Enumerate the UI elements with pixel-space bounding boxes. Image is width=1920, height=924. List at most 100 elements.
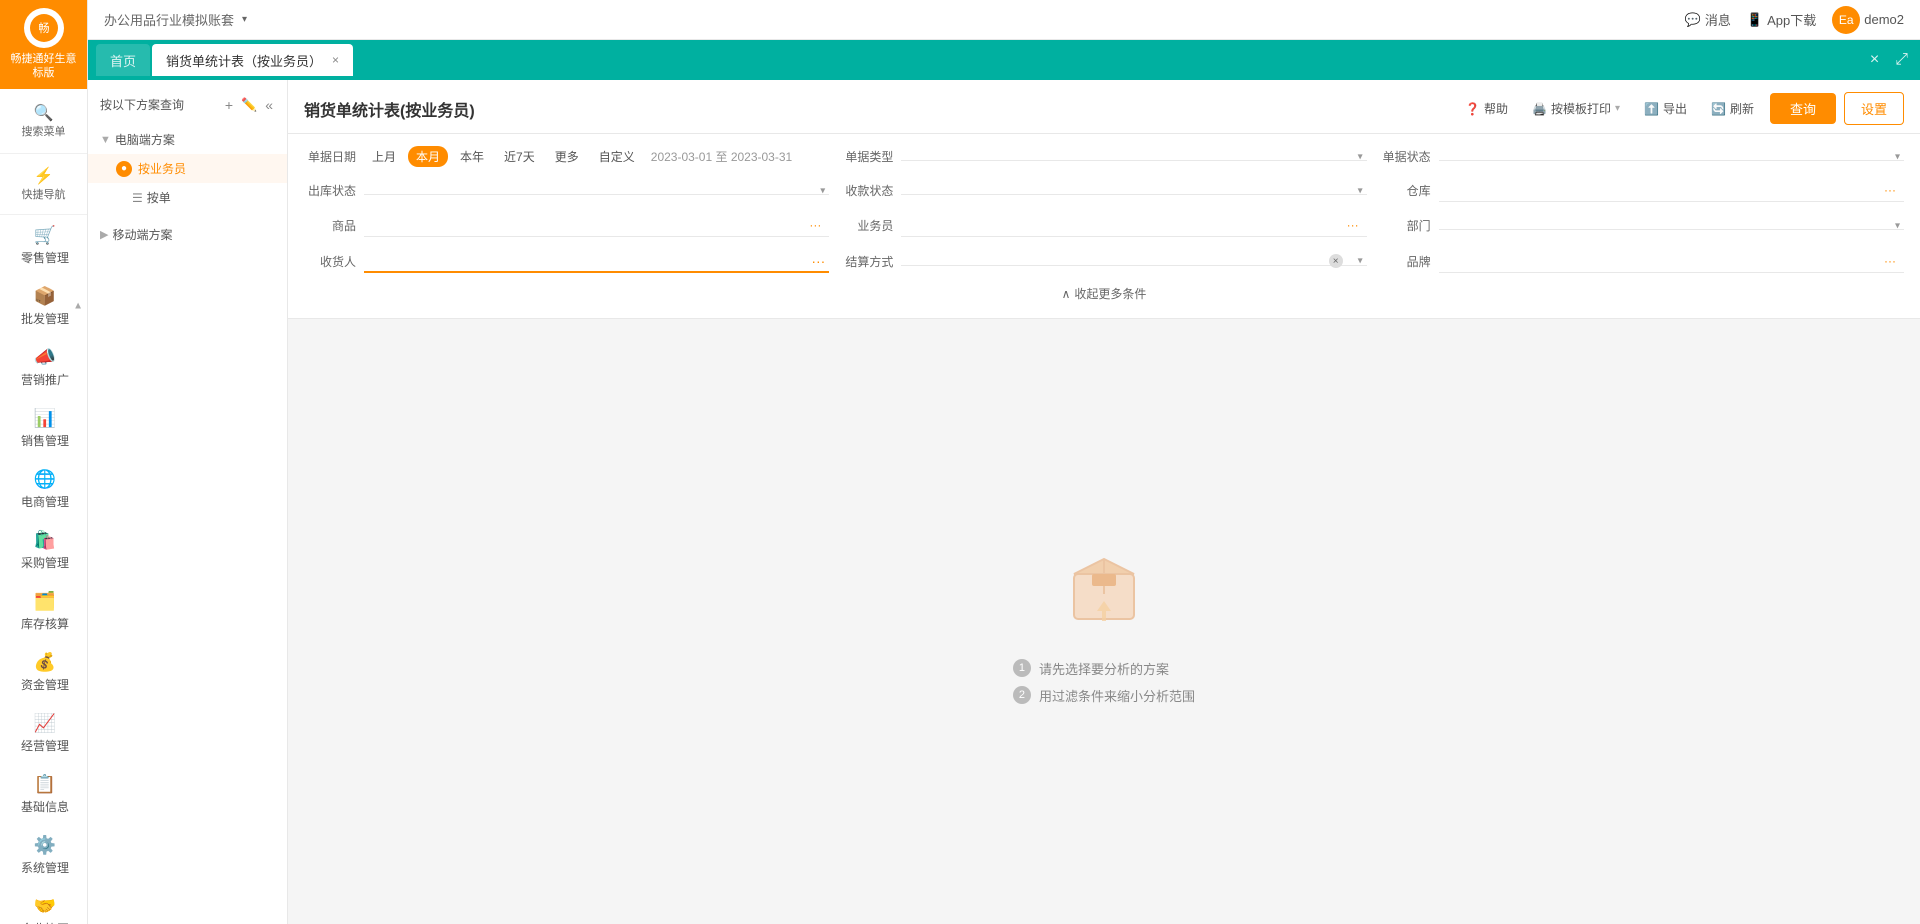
sidebar-item-cooperation[interactable]: 🤝 企业协同 <box>0 886 87 924</box>
consignee-input[interactable] <box>364 249 829 273</box>
sidebar-item-operations[interactable]: 📈 经营管理 <box>0 703 87 764</box>
avatar: Ea <box>1832 6 1860 34</box>
template-print-button[interactable]: 🖨️ 按模板打印 ▾ <box>1524 96 1628 121</box>
tab-close-icon[interactable]: × <box>332 53 339 67</box>
filter-goods: 商品 ··· <box>304 214 829 237</box>
breadcrumb-area: 办公用品行业模拟账套 ▾ <box>104 10 247 29</box>
collapse-panel-button[interactable]: « <box>263 94 275 115</box>
tab-home[interactable]: 首页 <box>96 44 150 76</box>
date-btn-this-year[interactable]: 本年 <box>452 146 492 167</box>
warehouse-select[interactable]: ··· <box>1439 179 1904 202</box>
scheme-item-by-salesperson[interactable]: ● 按业务员 <box>88 154 287 183</box>
help-icon: ❓ <box>1465 102 1480 116</box>
brand-select[interactable]: ··· <box>1439 250 1904 273</box>
edit-scheme-button[interactable]: ✏️ <box>239 94 259 115</box>
cooperation-icon: 🤝 <box>34 896 56 917</box>
collapse-conditions-button[interactable]: ∧ 收起更多条件 <box>1062 285 1147 302</box>
main-area: 办公用品行业模拟账套 ▾ 💬 消息 📱 App下载 Ea demo2 首页 <box>88 0 1920 924</box>
export-button[interactable]: ⬆️ 导出 <box>1636 96 1695 121</box>
sidebar-item-ecommerce[interactable]: 🌐 电商管理 <box>0 459 87 520</box>
payment-status-control: ▾ <box>901 186 1366 195</box>
tab-expand-button[interactable]: ⤢ <box>1891 47 1912 73</box>
settings-button[interactable]: 设置 <box>1844 92 1904 125</box>
sidebar-item-marketing[interactable]: 📣 营销推广 <box>0 337 87 398</box>
breadcrumb-text[interactable]: 办公用品行业模拟账套 <box>104 10 234 29</box>
message-button[interactable]: 💬 消息 <box>1685 10 1731 29</box>
tip-2-text: 用过滤条件来缩小分析范围 <box>1039 686 1195 705</box>
sidebar-item-wholesale[interactable]: 📦 批发管理 ▲ <box>0 276 87 337</box>
export-icon: ⬆️ <box>1644 102 1659 116</box>
filter-area: 单据日期 上月 本月 本年 近7天 更多 自定义 2023-03-01 至 20… <box>288 134 1920 319</box>
filter-ship-status: 出库状态 ▾ <box>304 179 829 202</box>
salesperson-select[interactable]: ··· <box>901 214 1366 237</box>
ecommerce-icon: 🌐 <box>34 469 56 490</box>
warehouse-control: ··· <box>1439 179 1904 202</box>
refresh-button[interactable]: 🔄 刷新 <box>1703 96 1762 121</box>
tab-close-all-button[interactable]: × <box>1866 47 1883 73</box>
date-btn-last-month[interactable]: 上月 <box>364 146 404 167</box>
scheme-group-desktop-header[interactable]: ▼ 电脑端方案 <box>88 125 287 154</box>
filter-date: 单据日期 上月 本月 本年 近7天 更多 自定义 2023-03-01 至 20… <box>304 146 829 167</box>
filter-doc-type: 单据类型 ▾ <box>841 146 1366 167</box>
quick-nav-button[interactable]: ⚡ 快捷导航 <box>0 160 87 208</box>
date-btn-7days[interactable]: 近7天 <box>496 146 543 167</box>
svg-text:畅: 畅 <box>38 21 49 35</box>
search-menu-button[interactable]: 🔍 搜索菜单 <box>6 97 81 145</box>
consignee-dots[interactable]: ··· <box>811 253 825 269</box>
consignee-control: ··· <box>364 249 829 273</box>
logo-area[interactable]: 畅 畅捷通好生意标版 <box>0 0 87 89</box>
payment-status-select[interactable] <box>901 186 1366 195</box>
add-scheme-button[interactable]: + <box>223 94 235 115</box>
payment-method-clear[interactable]: × <box>1329 254 1343 268</box>
sidebar: 畅 畅捷通好生意标版 🔍 搜索菜单 ⚡ 快捷导航 🛒 零售管理 📦 批发管理 ▲… <box>0 0 88 924</box>
scheme-group-mobile-label: 移动端方案 <box>112 226 172 243</box>
scheme-group-mobile-header[interactable]: ▶ 移动端方案 <box>88 220 287 249</box>
sidebar-item-basic[interactable]: 📋 基础信息 <box>0 764 87 825</box>
sidebar-item-purchase[interactable]: 🛍️ 采购管理 <box>0 520 87 581</box>
department-select[interactable] <box>1439 221 1904 230</box>
header-right: 💬 消息 📱 App下载 Ea demo2 <box>1685 6 1904 34</box>
sidebar-menu: 🛒 零售管理 📦 批发管理 ▲ 📣 营销推广 📊 销售管理 🌐 电商管理 🛍️ … <box>0 215 87 924</box>
brand-label: 品牌 <box>1379 253 1431 270</box>
payment-method-select[interactable] <box>901 257 1366 266</box>
query-button[interactable]: 查询 <box>1770 93 1836 124</box>
date-btn-custom[interactable]: 自定义 <box>591 146 643 167</box>
filter-department: 部门 ▾ <box>1379 214 1904 237</box>
page-title-bar: 销货单统计表(按业务员) ❓ 帮助 🖨️ 按模板打印 ▾ ⬆️ 导出 <box>288 80 1920 134</box>
retail-icon: 🛒 <box>34 225 56 246</box>
app-download-button[interactable]: 📱 App下载 <box>1747 10 1816 29</box>
left-panel-actions: + ✏️ « <box>223 94 275 115</box>
filter-warehouse: 仓库 ··· <box>1379 179 1904 202</box>
sidebar-item-system[interactable]: ⚙️ 系统管理 <box>0 825 87 886</box>
quick-nav-section: ⚡ 快捷导航 <box>0 154 87 215</box>
sidebar-item-finance[interactable]: 💰 资金管理 <box>0 642 87 703</box>
empty-state: 1 请先选择要分析的方案 2 用过滤条件来缩小分析范围 <box>288 319 1920 924</box>
user-area[interactable]: Ea demo2 <box>1832 6 1904 34</box>
sidebar-item-sales[interactable]: 📊 销售管理 <box>0 398 87 459</box>
inventory-icon: 🗂️ <box>34 591 56 612</box>
sidebar-item-retail[interactable]: 🛒 零售管理 <box>0 215 87 276</box>
salesperson-control: ··· <box>901 214 1366 237</box>
ship-status-select[interactable] <box>364 186 829 195</box>
sidebar-item-inventory[interactable]: 🗂️ 库存核算 <box>0 581 87 642</box>
sales-icon: 📊 <box>34 408 56 429</box>
sidebar-search-section: 🔍 搜索菜单 <box>0 89 87 154</box>
filter-consignee: 收货人 ··· <box>304 249 829 273</box>
tab-sales-stat[interactable]: 销货单统计表（按业务员） × <box>152 44 353 76</box>
help-button[interactable]: ❓ 帮助 <box>1457 96 1516 121</box>
active-scheme-dot: ● <box>116 161 132 177</box>
date-btn-this-month[interactable]: 本月 <box>408 146 448 167</box>
date-label: 单据日期 <box>304 148 356 165</box>
warehouse-label: 仓库 <box>1379 182 1431 199</box>
date-filter-controls: 上月 本月 本年 近7天 更多 自定义 2023-03-01 至 2023-03… <box>364 146 829 167</box>
date-btn-more[interactable]: 更多 <box>547 146 587 167</box>
wholesale-arrow: ▲ <box>73 301 83 312</box>
doc-type-select[interactable] <box>901 152 1366 161</box>
goods-select[interactable]: ··· <box>364 214 829 237</box>
goods-label: 商品 <box>304 217 356 234</box>
doc-status-select[interactable] <box>1439 152 1904 161</box>
scheme-item-by-order[interactable]: ☰ 按单 <box>88 183 287 212</box>
filter-payment-status: 收款状态 ▾ <box>841 179 1366 202</box>
breadcrumb-arrow[interactable]: ▾ <box>242 14 247 25</box>
salesperson-label: 业务员 <box>841 217 893 234</box>
